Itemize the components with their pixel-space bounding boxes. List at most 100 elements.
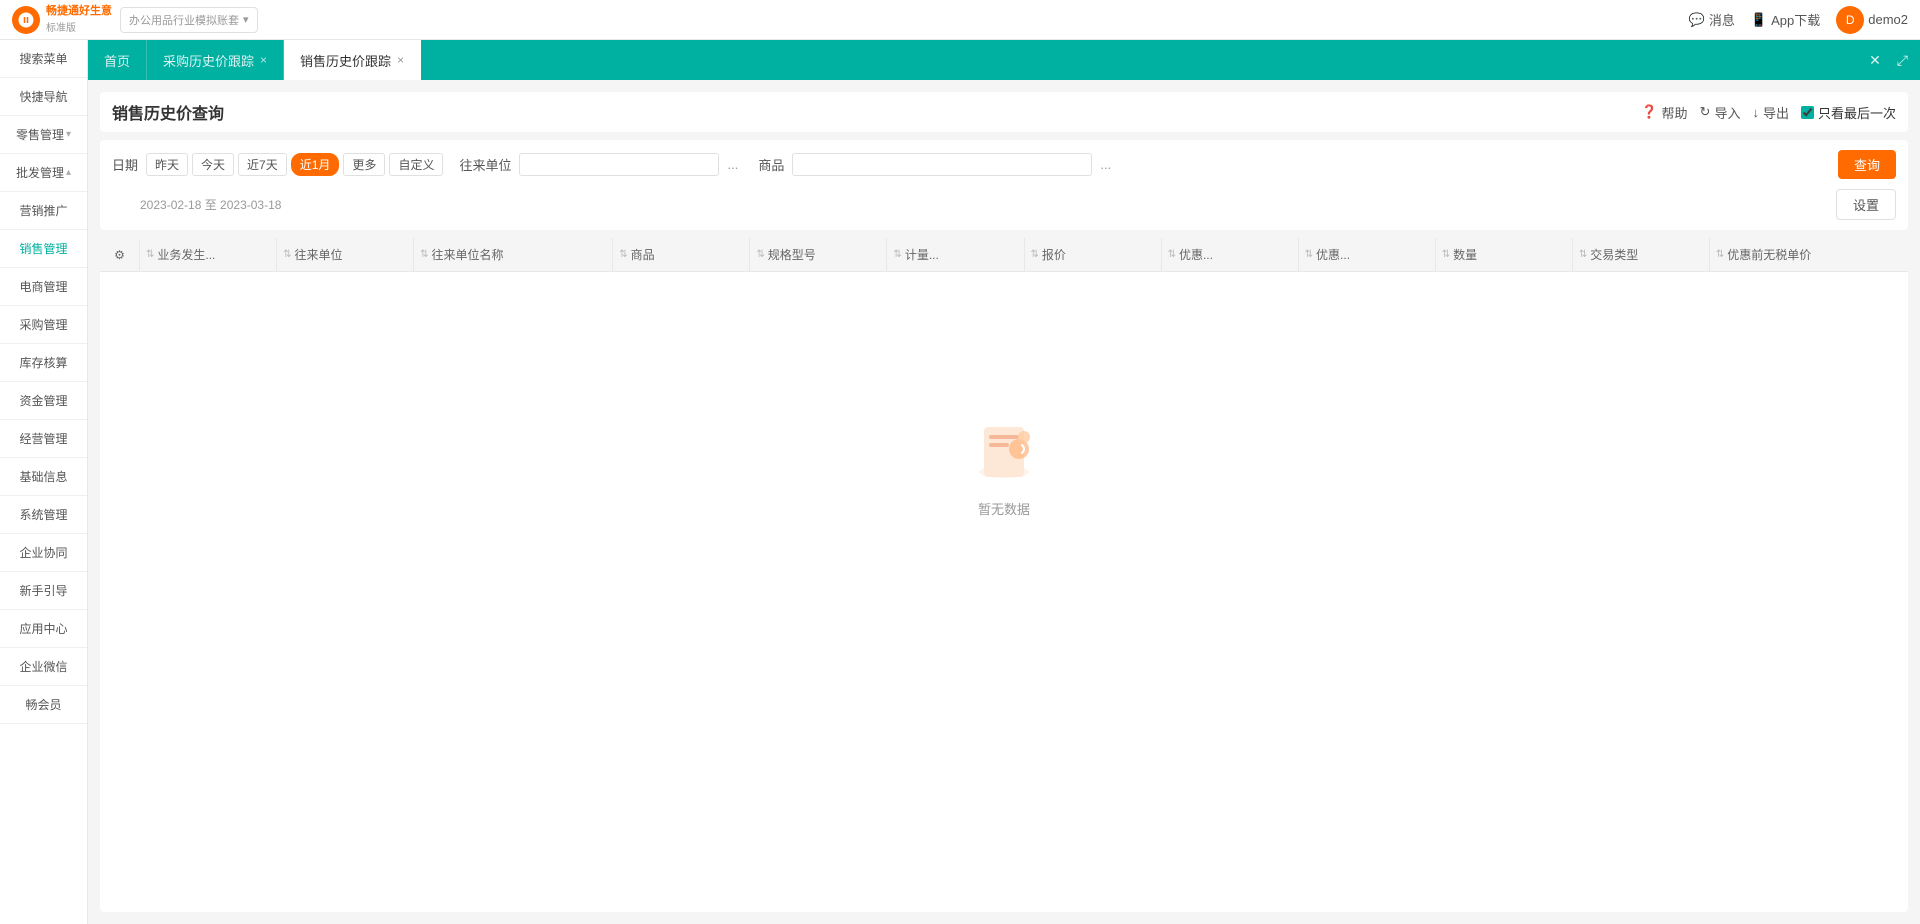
- date-custom[interactable]: 自定义: [389, 153, 443, 176]
- account-selector[interactable]: 办公用品行业模拟账套 ▾: [120, 7, 258, 33]
- sidebar-item-retail[interactable]: 零售管理 ▾: [0, 116, 87, 154]
- page-header-actions: ❓ 帮助 ↻ 导入 ↓ 导出 只看最后一次: [1641, 103, 1896, 122]
- message-btn[interactable]: 💬 消息: [1689, 10, 1735, 29]
- empty-text: 暂无数据: [978, 499, 1030, 518]
- chevron-down-icon: ▾: [66, 129, 71, 140]
- logo-icon: [12, 6, 40, 34]
- sidebar: 搜索菜单 快捷导航 零售管理 ▾ 批发管理 ▴ 营销推广 销售管理 电商管理 采…: [0, 40, 88, 924]
- partner-filter-group: 往来单位 ...: [459, 153, 742, 176]
- th-trade-type: ⇅ 交易类型: [1573, 238, 1710, 271]
- date-filter-label: 日期: [112, 155, 138, 174]
- sidebar-item-ecommerce[interactable]: 电商管理: [0, 268, 87, 306]
- sort-icon-discount1: ⇅: [1168, 249, 1176, 260]
- sidebar-item-wholesale[interactable]: 批发管理 ▴: [0, 154, 87, 192]
- sidebar-item-enterprise[interactable]: 企业协同: [0, 534, 87, 572]
- partner-filter-label: 往来单位: [459, 155, 511, 174]
- top-bar: 畅捷通好生意 标准版 办公用品行业模拟账套 ▾ 💬 消息 📱 App下载 D d…: [0, 0, 1920, 40]
- th-partner: ⇅ 往来单位: [277, 238, 414, 271]
- sidebar-item-wechat[interactable]: 企业微信: [0, 648, 87, 686]
- export-label: 导出: [1763, 103, 1789, 122]
- th-quote: ⇅ 报价: [1025, 238, 1162, 271]
- only-last-checkbox-group: 只看最后一次: [1801, 103, 1896, 122]
- partner-ellipsis[interactable]: ...: [723, 157, 742, 172]
- sidebar-item-marketing[interactable]: 营销推广: [0, 192, 87, 230]
- sidebar-item-quick-nav[interactable]: 快捷导航: [0, 78, 87, 116]
- empty-state: 暂无数据: [964, 347, 1044, 578]
- sidebar-item-search-menu[interactable]: 搜索菜单: [0, 40, 87, 78]
- page-header: 销售历史价查询 ❓ 帮助 ↻ 导入 ↓ 导出: [100, 92, 1908, 132]
- th-discount1: ⇅ 优惠...: [1162, 238, 1299, 271]
- sidebar-item-basic-info[interactable]: 基础信息: [0, 458, 87, 496]
- sidebar-item-purchase[interactable]: 采购管理: [0, 306, 87, 344]
- sidebar-item-operation[interactable]: 经营管理: [0, 420, 87, 458]
- export-icon: ↓: [1752, 105, 1759, 120]
- tab-purchase-history-close[interactable]: ×: [260, 54, 267, 66]
- sort-icon-discount2: ⇅: [1305, 249, 1313, 260]
- sidebar-item-app-center[interactable]: 应用中心: [0, 610, 87, 648]
- date-1month[interactable]: 近1月: [291, 153, 340, 176]
- app-icon: 📱: [1751, 12, 1767, 28]
- tab-sales-history-close[interactable]: ×: [397, 54, 404, 66]
- sort-icon-unit: ⇅: [893, 249, 901, 260]
- date-7days[interactable]: 近7天: [238, 153, 287, 176]
- date-yesterday[interactable]: 昨天: [146, 153, 188, 176]
- date-filter-group: 日期 昨天 今天 近7天 近1月 更多 自定义: [112, 153, 443, 176]
- tab-purchase-history[interactable]: 采购历史价跟踪 ×: [147, 40, 284, 80]
- filter-actions-2: 设置: [1836, 189, 1896, 220]
- export-btn[interactable]: ↓ 导出: [1752, 103, 1789, 122]
- sidebar-item-system[interactable]: 系统管理: [0, 496, 87, 534]
- help-icon: ❓: [1641, 104, 1657, 120]
- avatar: D: [1836, 6, 1864, 34]
- sort-icon-pre-discount: ⇅: [1716, 249, 1724, 260]
- tab-bar-actions: ✕ ⤢: [1857, 40, 1920, 80]
- sort-icon-qty: ⇅: [1442, 249, 1450, 260]
- sidebar-item-finance[interactable]: 资金管理: [0, 382, 87, 420]
- goods-input-group: ...: [792, 153, 1115, 176]
- sidebar-item-member[interactable]: 畅会员: [0, 686, 87, 724]
- sort-icon-quote: ⇅: [1031, 249, 1039, 260]
- only-last-label: 只看最后一次: [1818, 103, 1896, 122]
- tab-home[interactable]: 首页: [88, 40, 147, 80]
- th-pre-discount-price: ⇅ 优惠前无税单价: [1710, 238, 1908, 271]
- partner-input-group: ...: [519, 153, 742, 176]
- import-btn[interactable]: ↻ 导入: [1700, 103, 1741, 122]
- goods-ellipsis[interactable]: ...: [1096, 157, 1115, 172]
- tab-sales-history-label: 销售历史价跟踪: [300, 51, 391, 70]
- partner-input[interactable]: [519, 153, 719, 176]
- close-all-tabs-icon[interactable]: ✕: [1865, 48, 1885, 73]
- help-btn[interactable]: ❓ 帮助: [1641, 103, 1687, 122]
- query-button[interactable]: 查询: [1838, 150, 1896, 179]
- sidebar-item-inventory[interactable]: 库存核算: [0, 344, 87, 382]
- only-last-checkbox[interactable]: [1801, 106, 1814, 119]
- tab-sales-history[interactable]: 销售历史价跟踪 ×: [284, 40, 421, 80]
- app-download-btn[interactable]: 📱 App下载: [1751, 10, 1820, 29]
- logo-brand: 畅捷通好生意: [46, 5, 112, 18]
- content-area: 首页 采购历史价跟踪 × 销售历史价跟踪 × ✕ ⤢ 销售历史价查询: [88, 40, 1920, 924]
- goods-input[interactable]: [792, 153, 1092, 176]
- user-name: demo2: [1868, 12, 1908, 27]
- sidebar-item-sales[interactable]: 销售管理: [0, 230, 87, 268]
- setting-button[interactable]: 设置: [1836, 189, 1896, 220]
- th-biz-date: ⇅ 业务发生...: [140, 238, 277, 271]
- message-icon: 💬: [1689, 12, 1705, 28]
- sort-icon-partner-name: ⇅: [420, 249, 428, 260]
- date-today[interactable]: 今天: [192, 153, 234, 176]
- goods-filter-label: 商品: [758, 155, 784, 174]
- app-label: App下载: [1771, 10, 1820, 29]
- date-more[interactable]: 更多: [343, 153, 385, 176]
- th-settings[interactable]: ⚙: [100, 240, 140, 270]
- chevron-up-icon: ▴: [66, 167, 71, 178]
- user-menu[interactable]: D demo2: [1836, 6, 1908, 34]
- filter-row-2: 2023-02-18 至 2023-03-18 设置: [112, 189, 1896, 220]
- filter-bar: 日期 昨天 今天 近7天 近1月 更多 自定义 往来单位: [100, 140, 1908, 230]
- dropdown-arrow-icon: ▾: [243, 13, 249, 26]
- filter-actions: 查询: [1838, 150, 1896, 179]
- sidebar-item-guide[interactable]: 新手引导: [0, 572, 87, 610]
- logo-edition: 标准版: [46, 19, 112, 34]
- th-unit: ⇅ 计量...: [887, 238, 1024, 271]
- import-icon: ↻: [1700, 104, 1711, 120]
- tab-purchase-history-label: 采购历史价跟踪: [163, 51, 254, 70]
- th-discount2: ⇅ 优惠...: [1299, 238, 1436, 271]
- help-label: 帮助: [1662, 103, 1688, 122]
- maximize-icon[interactable]: ⤢: [1893, 48, 1912, 73]
